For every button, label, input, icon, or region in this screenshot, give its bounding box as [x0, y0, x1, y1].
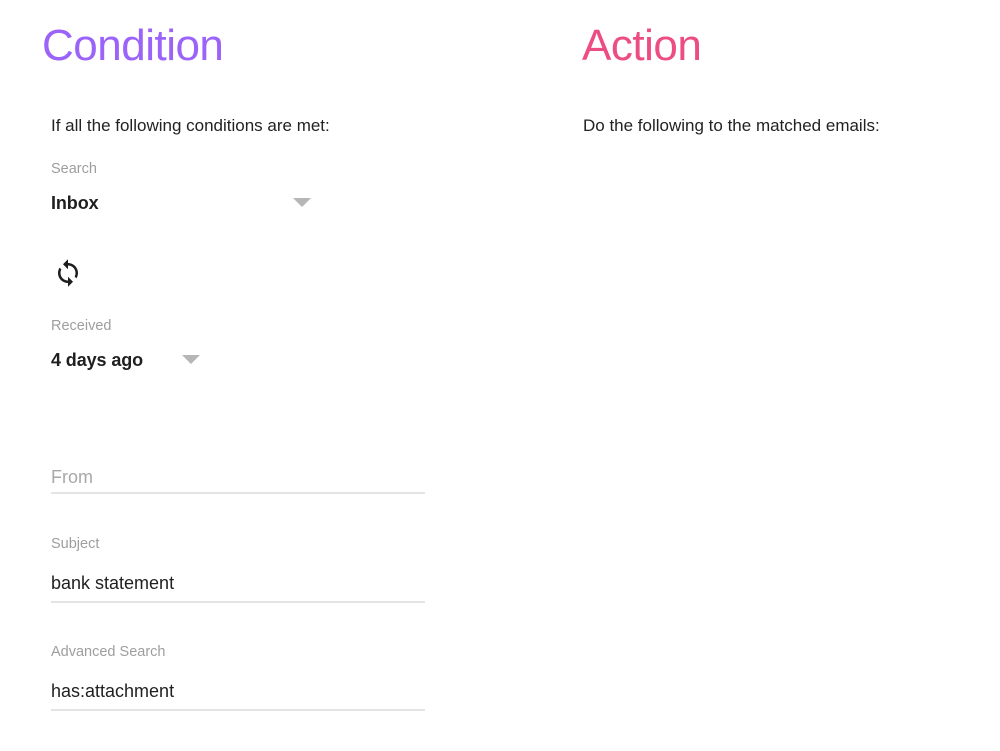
advanced-search-field-label: Advanced Search	[51, 644, 166, 660]
from-field-underline	[51, 492, 425, 494]
advanced-search-field-value[interactable]: has:attachment	[51, 679, 174, 703]
action-panel: Action Do the following to the matched e…	[520, 0, 1000, 751]
received-field-value[interactable]: 4 days ago	[51, 348, 143, 372]
condition-intro-text: If all the following conditions are met:	[51, 116, 330, 135]
chevron-down-icon-search[interactable]	[293, 198, 311, 207]
sync-icon[interactable]	[53, 258, 83, 288]
from-field-placeholder[interactable]: From	[51, 465, 93, 489]
condition-panel: Condition If all the following condition…	[0, 0, 520, 751]
subject-field-value[interactable]: bank statement	[51, 571, 174, 595]
search-field-label: Search	[51, 161, 97, 177]
subject-field-underline	[51, 601, 425, 603]
search-field-value[interactable]: Inbox	[51, 191, 99, 215]
subject-field-label: Subject	[51, 536, 100, 552]
received-field-label: Received	[51, 318, 112, 334]
action-intro-text: Do the following to the matched emails:	[583, 116, 880, 135]
advanced-search-field-underline	[51, 709, 425, 711]
action-panel-title: Action	[582, 21, 702, 70]
chevron-down-icon-received[interactable]	[182, 355, 200, 364]
condition-panel-title: Condition	[42, 21, 224, 70]
